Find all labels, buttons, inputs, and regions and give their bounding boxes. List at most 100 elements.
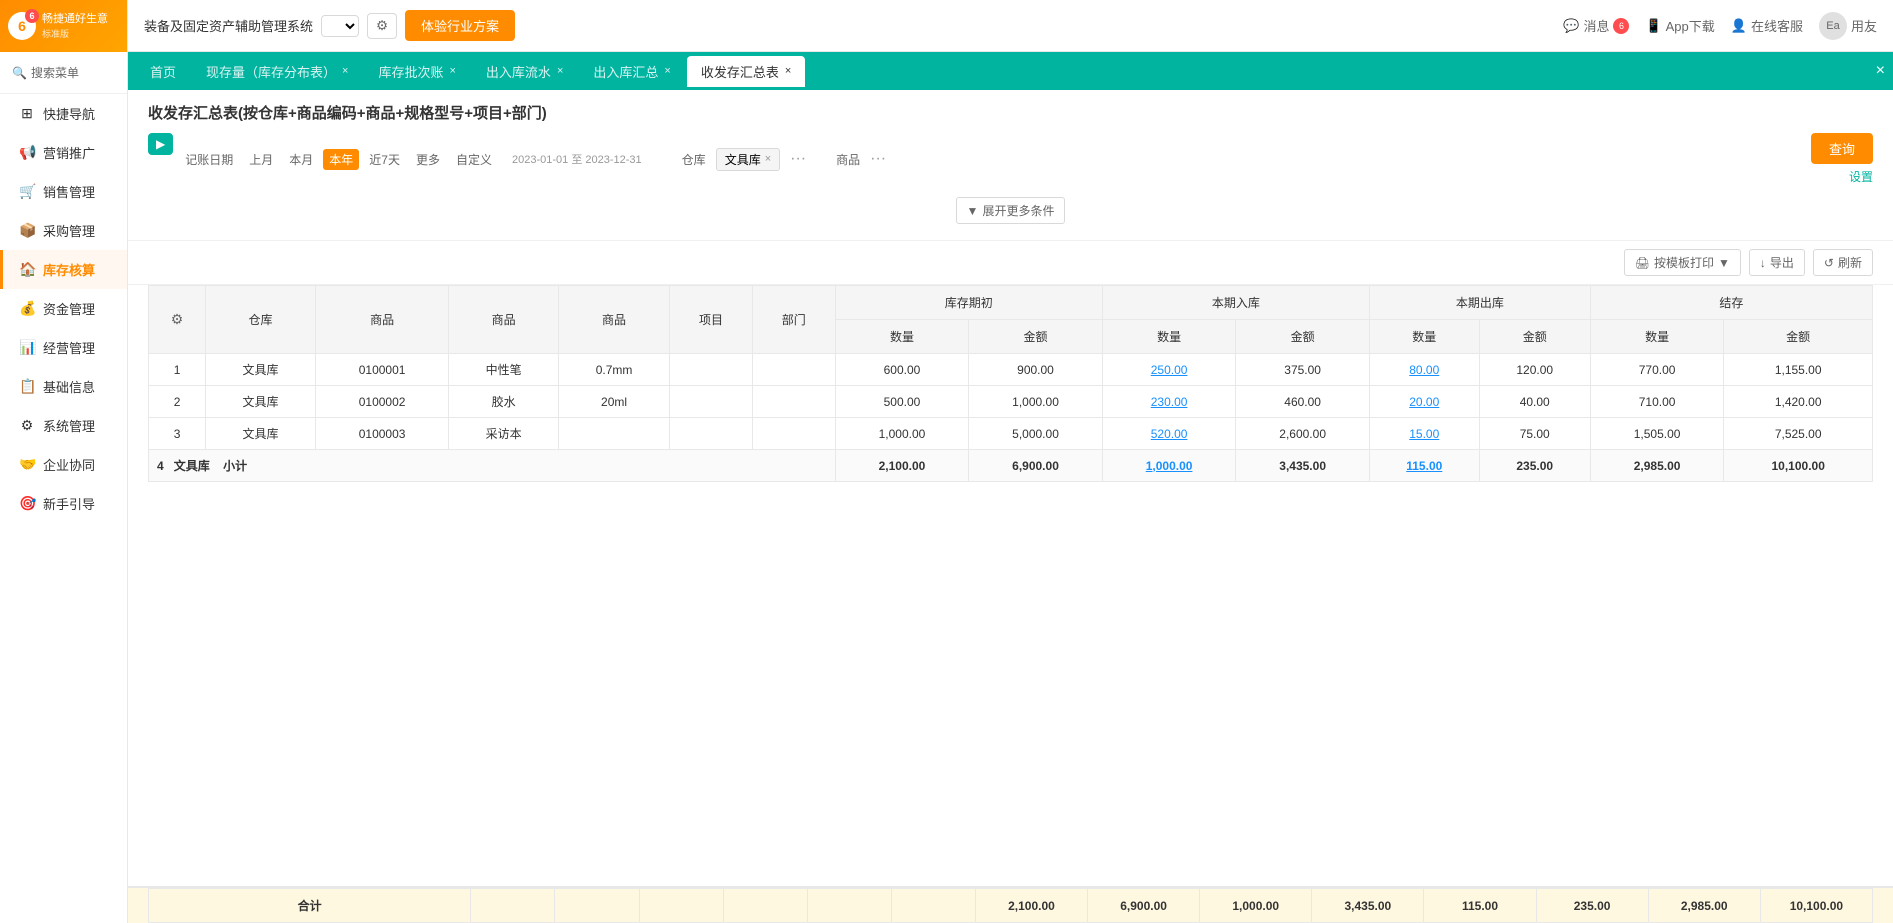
filter-collapse-button[interactable]: ▶: [148, 133, 173, 155]
th-in-qty: 数量: [1102, 320, 1236, 354]
th-settings[interactable]: ⚙: [149, 286, 206, 354]
sidebar-item-sales[interactable]: 🛒 销售管理: [0, 172, 127, 211]
sidebar-item-operations[interactable]: 📊 经营管理: [0, 328, 127, 367]
tab-batch[interactable]: 库存批次账 ×: [364, 56, 469, 87]
cell-out-qty[interactable]: 20.00: [1369, 386, 1479, 418]
export-icon: ↓: [1760, 256, 1766, 270]
date-custom[interactable]: 自定义: [450, 149, 498, 170]
tab-close-inout-summary[interactable]: ×: [664, 66, 670, 77]
print-icon: 🖨: [1635, 256, 1650, 270]
page-title: 收发存汇总表(按仓库+商品编码+商品+规格型号+项目+部门): [148, 102, 1873, 123]
sidebar-item-inventory[interactable]: 🏠 库存核算: [0, 250, 127, 289]
total-balance-qty: 2,985.00: [1648, 889, 1760, 923]
cell-goods-spec: 0.7mm: [558, 354, 669, 386]
cell-goods-code: 0100002: [315, 386, 449, 418]
cell-goods-name: 采访本: [449, 418, 559, 450]
sidebar-item-finance[interactable]: 💰 资金管理: [0, 289, 127, 328]
table-row: 1 文具库 0100001 中性笔 0.7mm 600.00 900.00 25…: [149, 354, 1873, 386]
service-icon: 👤: [1731, 18, 1747, 34]
cell-balance-qty: 770.00: [1590, 354, 1724, 386]
query-button[interactable]: 查询: [1811, 133, 1873, 164]
cell-project: [670, 354, 753, 386]
cell-out-qty[interactable]: 80.00: [1369, 354, 1479, 386]
tab-close-stock-dist[interactable]: ×: [342, 66, 348, 77]
table-footer: 合计 2,100.00 6,900.00 1,000.00 3,435.00 1…: [128, 886, 1893, 923]
tab-close-inout-flow[interactable]: ×: [557, 66, 563, 77]
search-menu-button[interactable]: 🔍 搜索菜单: [8, 60, 119, 85]
guide-icon: 🎯: [19, 495, 35, 512]
cell-in-amount: 2,600.00: [1236, 418, 1370, 450]
cell-balance-amount: 1,420.00: [1724, 386, 1873, 418]
app-download-action[interactable]: 📱 App下载: [1645, 16, 1714, 35]
cell-balance-amount: 1,155.00: [1724, 354, 1873, 386]
tab-home[interactable]: 首页: [136, 56, 190, 87]
export-button[interactable]: ↓ 导出: [1749, 249, 1805, 276]
sidebar-item-marketing[interactable]: 📢 营销推广: [0, 133, 127, 172]
subtotal-in-qty[interactable]: 1,000.00: [1102, 450, 1236, 482]
tab-inout-summary[interactable]: 出入库汇总 ×: [579, 56, 684, 87]
operations-icon: 📊: [19, 339, 35, 356]
header-settings-button[interactable]: ⚙: [367, 13, 397, 39]
date-last-month[interactable]: 上月: [243, 149, 279, 170]
cell-opening-qty: 600.00: [835, 354, 969, 386]
goods-more[interactable]: ···: [870, 150, 886, 168]
tab-inout-flow[interactable]: 出入库流水 ×: [472, 56, 577, 87]
header-right: 💬 消息 6 📱 App下载 👤 在线客服 Ea 用友: [1563, 12, 1877, 40]
header-left: 装备及固定资产辅助管理系统 ⚙ 体验行业方案: [144, 10, 515, 41]
date-more[interactable]: 更多: [410, 149, 446, 170]
refresh-button[interactable]: ↺ 刷新: [1813, 249, 1873, 276]
cell-balance-qty: 710.00: [1590, 386, 1724, 418]
sidebar-item-guide[interactable]: 🎯 新手引导: [0, 484, 127, 523]
total-opening-qty: 2,100.00: [975, 889, 1087, 923]
user-action[interactable]: Ea 用友: [1819, 12, 1877, 40]
cell-in-qty[interactable]: 250.00: [1102, 354, 1236, 386]
cell-warehouse: 文具库: [206, 354, 316, 386]
tab-close-batch[interactable]: ×: [449, 66, 455, 77]
subtotal-opening-qty: 2,100.00: [835, 450, 969, 482]
date-this-month[interactable]: 本月: [283, 149, 319, 170]
cell-opening-amount: 5,000.00: [969, 418, 1103, 450]
online-service-action[interactable]: 👤 在线客服: [1731, 16, 1803, 35]
column-settings-icon[interactable]: ⚙: [171, 311, 184, 327]
sidebar-item-system[interactable]: ⚙ 系统管理: [0, 406, 127, 445]
sidebar-item-basic[interactable]: 📋 基础信息: [0, 367, 127, 406]
tab-close-receive-summary[interactable]: ×: [785, 66, 791, 77]
trial-button[interactable]: 体验行业方案: [405, 10, 515, 41]
finance-icon: 💰: [19, 300, 35, 317]
close-all-tabs-button[interactable]: ×: [1876, 62, 1885, 80]
print-button[interactable]: 🖨 按模板打印 ▼: [1624, 249, 1741, 276]
date-7days[interactable]: 近7天: [363, 149, 406, 170]
app-logo: 6 6 畅捷通好生意 标准版: [0, 0, 127, 52]
messages-action[interactable]: 💬 消息 6: [1563, 16, 1629, 35]
sidebar-item-purchase[interactable]: 📦 采购管理: [0, 211, 127, 250]
warehouse-tag-close[interactable]: ×: [765, 153, 771, 165]
cell-department: [752, 418, 835, 450]
settings-link-button[interactable]: 设置: [1849, 168, 1873, 185]
total-opening-amount: 6,900.00: [1088, 889, 1200, 923]
tab-stock-dist[interactable]: 现存量（库存分布表） ×: [192, 56, 362, 87]
date-this-year[interactable]: 本年: [323, 149, 359, 170]
date-shortcuts: 上月 本月 本年 近7天 更多 自定义: [243, 149, 498, 170]
cell-out-qty[interactable]: 15.00: [1369, 418, 1479, 450]
warehouse-more[interactable]: ···: [790, 150, 806, 168]
cell-goods-code: 0100001: [315, 354, 449, 386]
cell-in-qty[interactable]: 230.00: [1102, 386, 1236, 418]
system-dropdown[interactable]: [321, 15, 359, 37]
subtotal-balance-amount: 10,100.00: [1724, 450, 1873, 482]
subtotal-out-qty[interactable]: 115.00: [1369, 450, 1479, 482]
th-out-amount: 金额: [1479, 320, 1590, 354]
sidebar-item-quick-nav[interactable]: ⊞ 快捷导航: [0, 94, 127, 133]
cell-goods-name: 胶水: [449, 386, 559, 418]
total-out-amount: 235.00: [1536, 889, 1648, 923]
cell-out-amount: 120.00: [1479, 354, 1590, 386]
total-balance-amount: 10,100.00: [1760, 889, 1872, 923]
sidebar-item-enterprise[interactable]: 🤝 企业协同: [0, 445, 127, 484]
tab-receive-summary[interactable]: 收发存汇总表 ×: [687, 56, 805, 87]
expand-conditions-button[interactable]: ▼ 展开更多条件: [956, 197, 1066, 224]
table-toolbar: 🖨 按模板打印 ▼ ↓ 导出 ↺ 刷新: [128, 241, 1893, 285]
cell-in-qty[interactable]: 520.00: [1102, 418, 1236, 450]
cell-opening-amount: 1,000.00: [969, 386, 1103, 418]
search-icon: 🔍: [12, 66, 27, 80]
table-wrap: ⚙ 仓库 商品 商品 商品 项目 部门 库存期初 本期入库 本期出库 结存: [128, 285, 1893, 886]
th-warehouse: 仓库: [206, 286, 316, 354]
